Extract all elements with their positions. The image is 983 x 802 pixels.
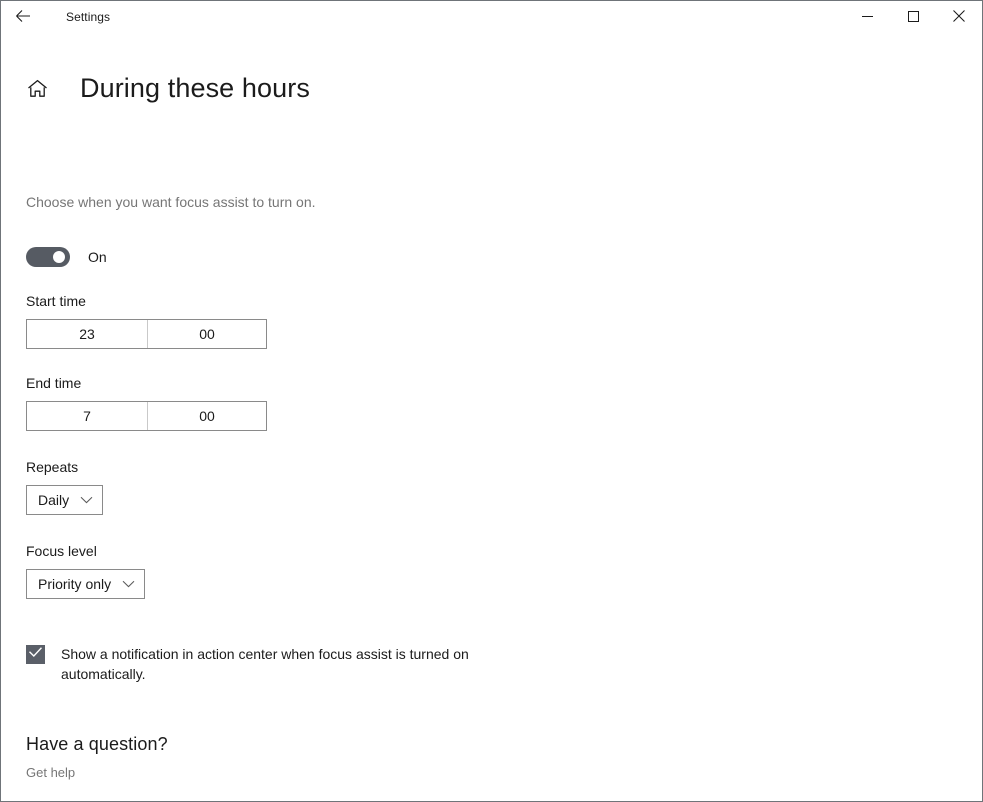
notification-checkbox[interactable] — [26, 644, 45, 664]
start-time-minute-input[interactable]: 00 — [147, 319, 266, 348]
focus-level-value: Priority only — [38, 575, 112, 592]
chevron-down-icon — [122, 580, 135, 588]
focus-assist-toggle-row: On — [26, 246, 982, 267]
end-time-combo: 7 00 — [26, 400, 267, 431]
maximize-icon — [907, 10, 919, 25]
checkmark-icon — [29, 645, 42, 663]
focus-level-label: Focus level — [26, 542, 97, 559]
toggle-knob — [53, 250, 65, 263]
focus-level-group: Focus level Priority only — [26, 542, 982, 599]
help-heading: Have a question? — [26, 733, 168, 754]
settings-content: Choose when you want focus assist to tur… — [1, 122, 982, 782]
notification-checkbox-row[interactable]: Show a notification in action center whe… — [26, 644, 496, 684]
start-time-group: Start time 23 00 — [26, 292, 982, 349]
start-time-combo: 23 00 — [26, 318, 267, 349]
start-time-label: Start time — [26, 292, 86, 309]
start-time-hour-input[interactable]: 23 — [27, 319, 147, 348]
get-help-link[interactable]: Get help — [26, 765, 75, 780]
close-icon — [953, 9, 965, 25]
close-button[interactable] — [936, 1, 982, 33]
repeats-value: Daily — [38, 491, 70, 508]
back-button[interactable] — [1, 1, 45, 33]
help-section: Have a question? Get help — [26, 732, 982, 782]
repeats-label: Repeats — [26, 458, 79, 475]
maximize-button[interactable] — [890, 1, 936, 33]
end-time-hour-input[interactable]: 7 — [27, 401, 147, 430]
notification-checkbox-label: Show a notification in action center whe… — [61, 645, 469, 682]
page-title: During these hours — [80, 73, 310, 104]
focus-assist-toggle[interactable] — [26, 246, 70, 267]
page-header: During these hours — [1, 56, 982, 122]
description-text: Choose when you want focus assist to tur… — [26, 193, 316, 210]
back-arrow-icon — [15, 9, 31, 26]
end-time-group: End time 7 00 — [26, 374, 982, 431]
repeats-group: Repeats Daily — [26, 458, 982, 515]
minimize-button[interactable] — [844, 1, 890, 33]
title-bar: Settings — [1, 1, 982, 33]
focus-level-dropdown[interactable]: Priority only — [26, 568, 146, 599]
home-icon[interactable] — [26, 78, 48, 100]
app-title: Settings — [66, 10, 111, 24]
chevron-down-icon — [80, 496, 93, 504]
end-time-label: End time — [26, 374, 82, 391]
minimize-icon — [861, 10, 873, 25]
caption-buttons — [844, 1, 982, 33]
end-time-minute-input[interactable]: 00 — [147, 401, 266, 430]
repeats-dropdown[interactable]: Daily — [26, 484, 104, 515]
toggle-state-label: On — [88, 248, 107, 265]
settings-window: Settings During these hours Choose when … — [0, 0, 983, 802]
